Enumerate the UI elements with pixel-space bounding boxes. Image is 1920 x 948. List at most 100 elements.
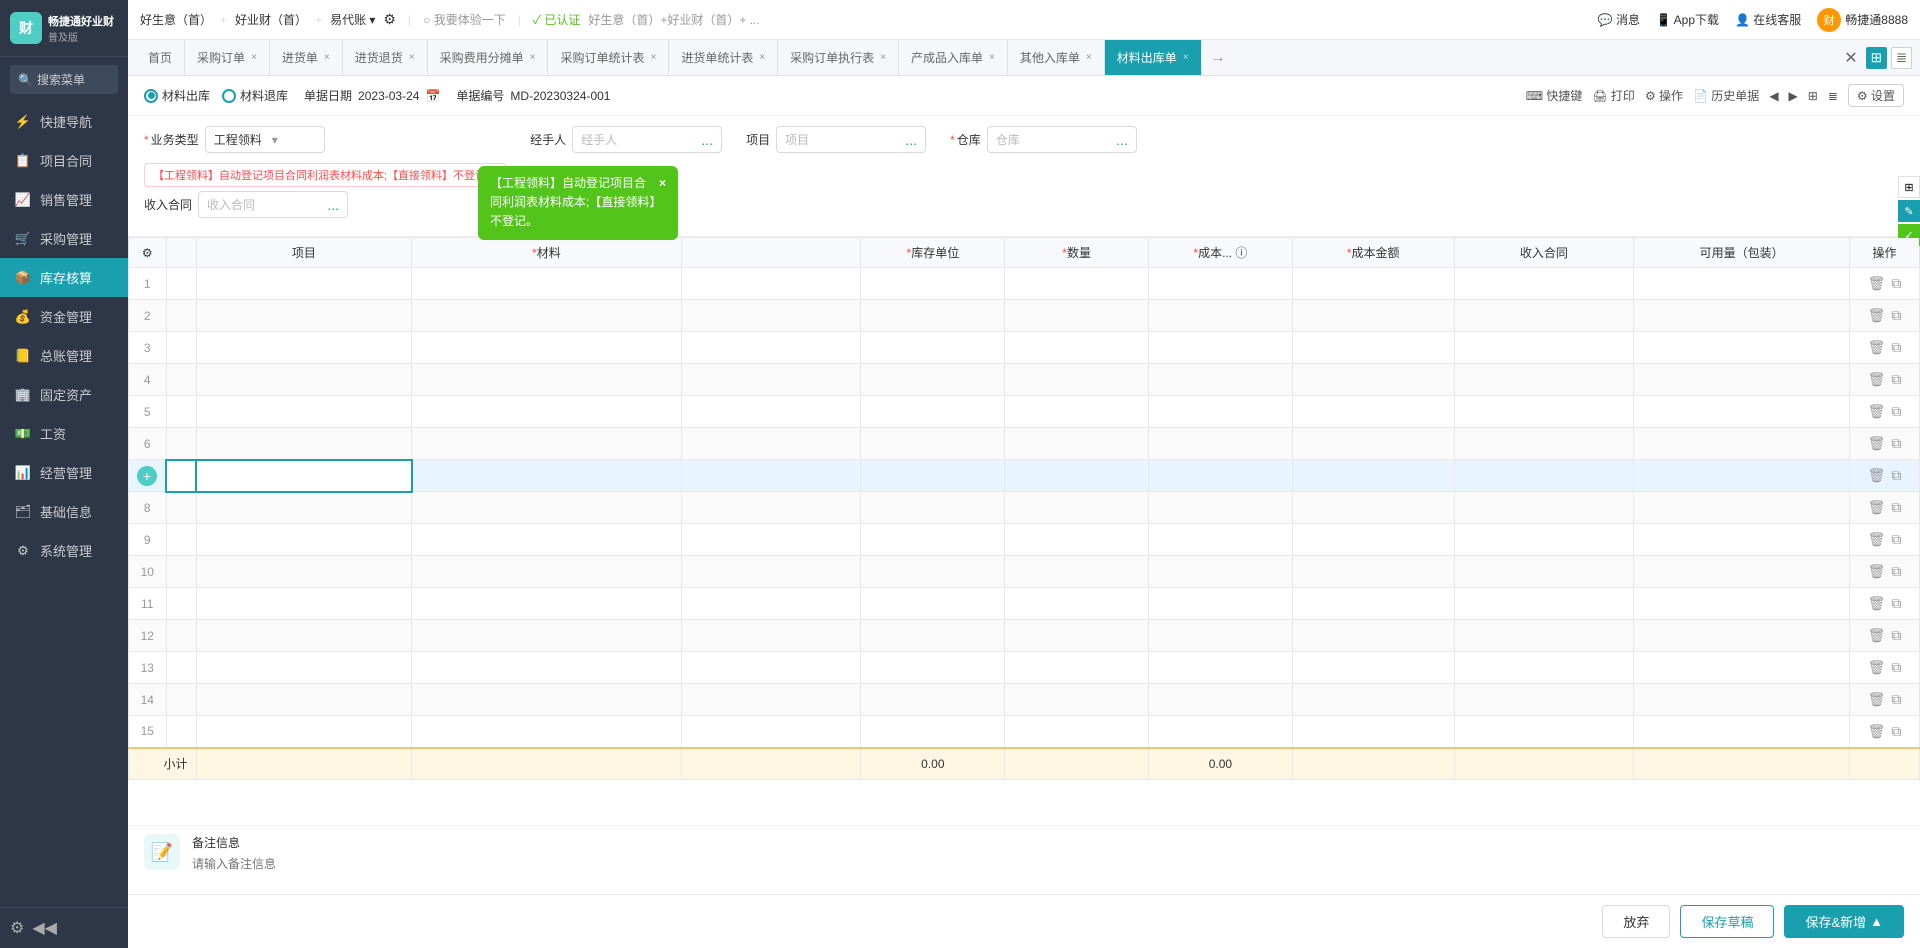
tab-other-in[interactable]: 其他入库单× — [1008, 40, 1105, 76]
sidebar-item-base[interactable]: 🗂 基础信息 — [0, 492, 128, 531]
copy-row-button[interactable]: ⧉ — [1891, 499, 1901, 516]
delete-row-button[interactable]: 🗑 — [1868, 307, 1886, 324]
tab-close-icon[interactable]: × — [324, 52, 330, 63]
save-new-button[interactable]: 保存&新增 ▲ — [1784, 905, 1904, 938]
copy-row-button[interactable]: ⧉ — [1891, 627, 1901, 644]
tab-close-icon[interactable]: × — [880, 52, 886, 63]
topbar-settings-icon[interactable]: ⚙ — [383, 11, 396, 28]
sidebar-item-system[interactable]: ⚙ 系统管理 — [0, 531, 128, 570]
tab-return[interactable]: 进货退货× — [343, 40, 428, 76]
income-contract-dots-icon[interactable]: ... — [327, 197, 339, 213]
delete-row-button[interactable]: 🗑 — [1868, 499, 1886, 516]
topbar-easy-account[interactable]: 易代账 ▾ — [330, 11, 375, 28]
nav-next-button[interactable]: ▶ — [1789, 89, 1798, 103]
add-row-button[interactable]: + — [137, 466, 157, 486]
delete-row-button[interactable]: 🗑 — [1868, 627, 1886, 644]
tab-close-icon[interactable]: × — [1086, 52, 1092, 63]
warehouse-dots-icon[interactable]: ... — [1116, 132, 1128, 148]
save-draft-button[interactable]: 保存草稿 — [1680, 905, 1774, 938]
notes-input[interactable] — [192, 855, 1904, 883]
delete-row-button[interactable]: 🗑 — [1868, 659, 1886, 676]
tab-close-icon[interactable]: × — [409, 52, 415, 63]
sidebar-item-asset[interactable]: 🏢 固定资产 — [0, 375, 128, 414]
handler-input[interactable]: 经手人 ... — [572, 126, 722, 153]
radio-material-out[interactable]: 材料出库 — [144, 87, 210, 104]
delete-row-button[interactable]: 🗑 — [1868, 723, 1886, 740]
delete-row-button[interactable]: 🗑 — [1868, 403, 1886, 420]
delete-row-button[interactable]: 🗑 — [1868, 275, 1886, 292]
radio-material-return[interactable]: 材料退库 — [222, 87, 288, 104]
handler-dots-icon[interactable]: ... — [701, 132, 713, 148]
sidebar-collapse-button[interactable]: ◀◀ — [32, 918, 57, 938]
copy-row-button[interactable]: ⧉ — [1891, 435, 1901, 452]
topbar-online-service[interactable]: 👤 在线客服 — [1735, 11, 1801, 28]
tab-close-active-icon[interactable]: × — [1183, 52, 1189, 63]
delete-row-button[interactable]: 🗑 — [1868, 531, 1886, 548]
project-input[interactable]: 项目 ... — [776, 126, 926, 153]
copy-row-button[interactable]: ⧉ — [1891, 563, 1901, 580]
tabbar-close-button[interactable]: ✕ — [1840, 44, 1861, 72]
operate-button[interactable]: ⚙ 操作 — [1645, 87, 1683, 104]
tab-stat[interactable]: 采购订单统计表× — [548, 40, 669, 76]
form-settings-button[interactable]: ⚙ 设置 — [1848, 84, 1904, 107]
copy-row-button[interactable]: ⧉ — [1891, 403, 1901, 420]
income-contract-input[interactable]: 收入合同 ... — [198, 191, 348, 218]
tab-exec-stat[interactable]: 采购订单执行表× — [778, 40, 899, 76]
copy-row-button[interactable]: ⧉ — [1891, 275, 1901, 292]
copy-row-button[interactable]: ⧉ — [1891, 595, 1901, 612]
notes-icon[interactable]: 📝 — [144, 834, 180, 870]
tab-home[interactable]: 首页 — [136, 40, 185, 76]
tab-close-icon[interactable]: × — [989, 52, 995, 63]
delete-row-button[interactable]: 🗑 — [1868, 595, 1886, 612]
topbar-user[interactable]: 财 畅捷通8888 — [1817, 8, 1908, 32]
tab-purchase-order[interactable]: 采购订单× — [185, 40, 270, 76]
copy-row-button[interactable]: ⧉ — [1891, 467, 1901, 484]
copy-row-button[interactable]: ⧉ — [1891, 371, 1901, 388]
tab-material-out[interactable]: 材料出库单× — [1105, 40, 1202, 76]
copy-row-button[interactable]: ⧉ — [1891, 659, 1901, 676]
tab-scroll-right[interactable]: → — [1210, 49, 1226, 67]
search-menu-button[interactable]: 🔍 搜索菜单 — [10, 65, 118, 94]
sidebar-item-purchase[interactable]: 🛒 采购管理 — [0, 219, 128, 258]
copy-row-button[interactable]: ⧉ — [1891, 723, 1901, 740]
topbar-good-finance[interactable]: 好业财（首） — [235, 11, 307, 28]
copy-row-button[interactable]: ⧉ — [1891, 339, 1901, 356]
sidebar-item-sales[interactable]: 📈 销售管理 — [0, 180, 128, 219]
copy-row-button[interactable]: ⧉ — [1891, 691, 1901, 708]
sidebar-item-ledger[interactable]: 📒 总账管理 — [0, 336, 128, 375]
shortcut-button[interactable]: ⌨ 快捷键 — [1526, 87, 1583, 104]
tab-close-icon[interactable]: × — [759, 52, 765, 63]
delete-row-button[interactable]: 🗑 — [1868, 467, 1886, 484]
topbar-trial[interactable]: ○ 我要体验一下 — [423, 11, 506, 28]
grid-view-button[interactable]: ⊞ — [1808, 89, 1818, 103]
tab-list-view[interactable]: ≣ — [1891, 47, 1912, 69]
history-button[interactable]: 📄 历史单据 — [1693, 87, 1759, 104]
tab-close-icon[interactable]: × — [530, 52, 536, 63]
nav-prev-button[interactable]: ◀ — [1769, 89, 1778, 103]
cost-info-icon[interactable]: ⓘ — [1235, 246, 1247, 260]
topbar-app-download[interactable]: 📱 App下载 — [1656, 11, 1719, 28]
topbar-msg[interactable]: 💬 消息 — [1598, 11, 1640, 28]
sidebar-item-inventory[interactable]: 📦 库存核算 — [0, 258, 128, 297]
copy-row-button[interactable]: ⧉ — [1891, 307, 1901, 324]
right-panel-btn2[interactable]: ✎ — [1898, 200, 1920, 222]
list-view-button[interactable]: ≣ — [1828, 89, 1838, 103]
calendar-icon[interactable]: 📅 — [425, 89, 440, 103]
discard-button[interactable]: 放弃 — [1602, 905, 1670, 938]
sidebar-settings-button[interactable]: ⚙ — [10, 918, 24, 938]
print-button[interactable]: 🖨 打印 — [1592, 87, 1635, 104]
tab-close-icon[interactable]: × — [251, 52, 257, 63]
tab-produce[interactable]: 产成品入库单× — [899, 40, 1008, 76]
copy-row-button[interactable]: ⧉ — [1891, 531, 1901, 548]
delete-row-button[interactable]: 🗑 — [1868, 435, 1886, 452]
tab-close-icon[interactable]: × — [650, 52, 656, 63]
delete-row-button[interactable]: 🗑 — [1868, 339, 1886, 356]
sidebar-item-quicknav[interactable]: ⚡ 快捷导航 — [0, 102, 128, 141]
tab-expense[interactable]: 采购费用分摊单× — [428, 40, 549, 76]
settings-col-icon[interactable]: ⚙ — [142, 246, 153, 260]
warehouse-input[interactable]: 仓库 ... — [987, 126, 1137, 153]
delete-row-button[interactable]: 🗑 — [1868, 371, 1886, 388]
delete-row-button[interactable]: 🗑 — [1868, 563, 1886, 580]
sidebar-item-fund[interactable]: 💰 资金管理 — [0, 297, 128, 336]
tab-delivery[interactable]: 进货单× — [270, 40, 343, 76]
